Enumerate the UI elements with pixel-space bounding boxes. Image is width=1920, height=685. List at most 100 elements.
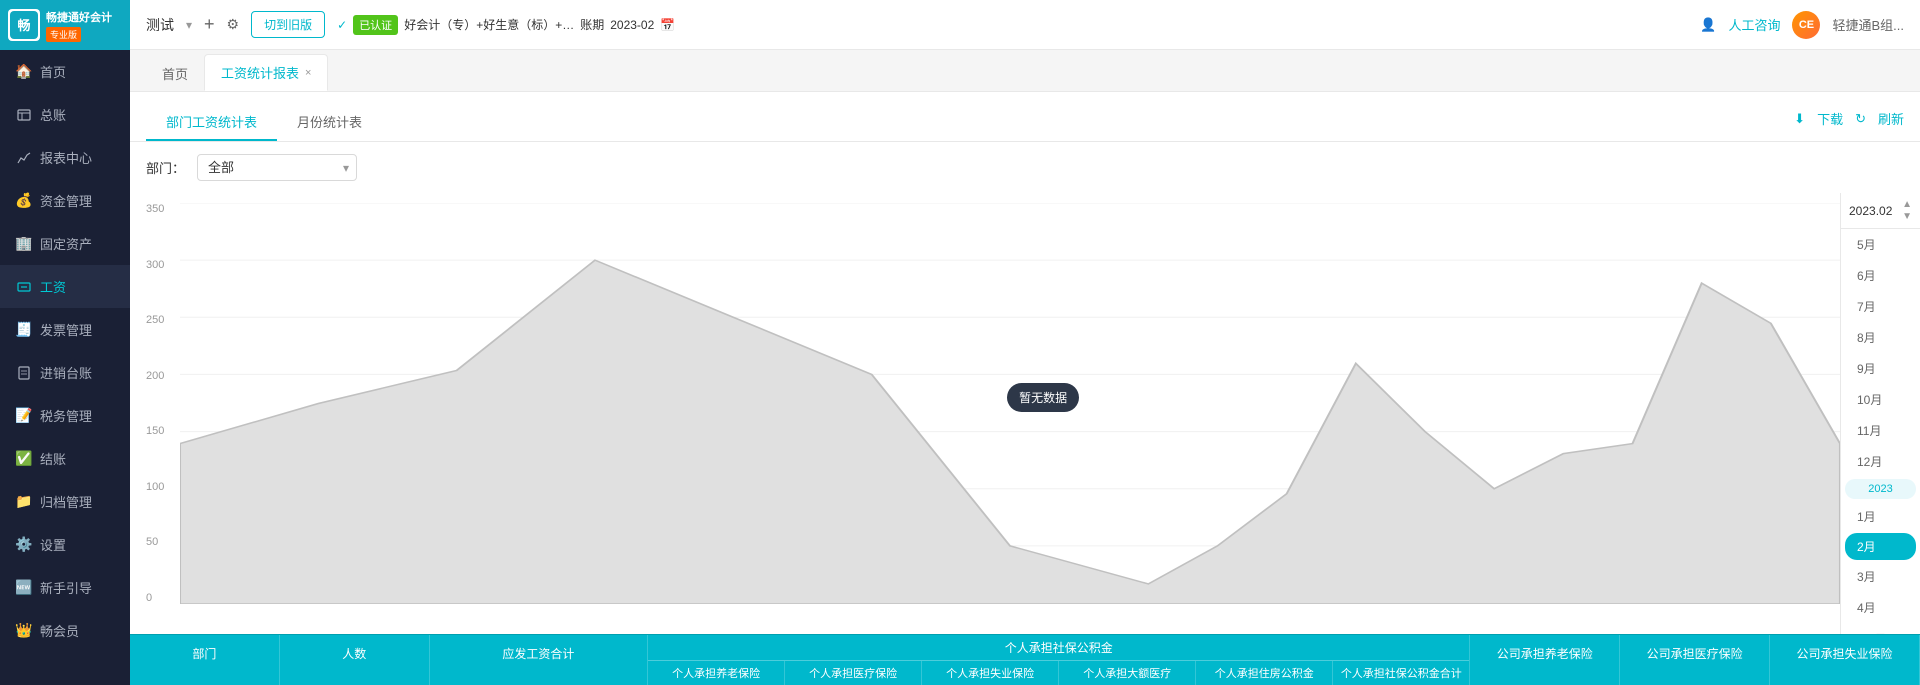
consultant-icon: 👤 <box>1700 17 1716 33</box>
month-9[interactable]: 9月 <box>1841 353 1920 384</box>
topbar-badges: ✓ 已认证 好会计（专）+好生意（标）+… 账期 2023-02 📅 <box>337 15 675 35</box>
sidebar-item-archive[interactable]: 📁 归档管理 <box>0 480 130 523</box>
content-area: 部门工资统计表 月份统计表 ⬇ 下载 ↻ 刷新 部门： 全部 部门A 部门B <box>130 92 1920 685</box>
tab-home-label: 首页 <box>162 64 188 83</box>
date-panel: 2023.02 ▲ ▼ 5月 6月 7月 8月 9月 10月 11月 12月 2… <box>1840 193 1920 634</box>
sidebar-item-fund[interactable]: 💰 资金管理 <box>0 179 130 222</box>
certified-icon: ✓ <box>337 18 347 32</box>
sidebar-item-ledger[interactable]: 总账 <box>0 93 130 136</box>
month-2-active[interactable]: 2月 <box>1845 533 1916 560</box>
asset-icon: 🏢 <box>16 236 32 252</box>
sidebar-item-guide[interactable]: 🆕 新手引导 <box>0 566 130 609</box>
year-2023-label: 2023 <box>1845 479 1916 499</box>
invoice-icon: 🧾 <box>16 322 32 338</box>
dept-select[interactable]: 全部 部门A 部门B <box>197 154 357 181</box>
sidebar-item-home[interactable]: 🏠 首页 <box>0 50 130 93</box>
ledger-icon <box>16 107 32 123</box>
home-icon: 🏠 <box>16 64 32 80</box>
accounting-label: 好会计（专）+好生意（标）+… <box>404 16 574 33</box>
month-7[interactable]: 7月 <box>1841 291 1920 322</box>
filter-select-wrap: 全部 部门A 部门B ▾ <box>197 154 357 181</box>
chart-svg-container: 暂无数据 <box>180 203 1840 604</box>
chart-area-path <box>180 260 1840 604</box>
col-personal-unemployment: 个人承担失业保险 <box>922 661 1059 685</box>
sidebar-item-sales[interactable]: 进销台账 <box>0 351 130 394</box>
sidebar-item-label: 进销台账 <box>40 363 92 382</box>
sidebar-item-settings[interactable]: ⚙️ 设置 <box>0 523 130 566</box>
guide-icon: 🆕 <box>16 580 32 596</box>
subtab-dept[interactable]: 部门工资统计表 <box>146 104 277 141</box>
sidebar-item-asset[interactable]: 🏢 固定资产 <box>0 222 130 265</box>
col-company-medical: 公司承担医疗保险 <box>1620 635 1770 685</box>
col-personal-housing-fund: 个人承担住房公积金 <box>1196 661 1333 685</box>
download-icon: ⬇ <box>1794 111 1805 127</box>
user-label[interactable]: 轻捷通B组... <box>1832 15 1904 34</box>
sidebar-item-invoice[interactable]: 🧾 发票管理 <box>0 308 130 351</box>
project-title: 测试 <box>146 15 174 35</box>
year-up-button[interactable]: ▲ <box>1902 199 1912 210</box>
sidebar-item-label: 设置 <box>40 535 66 554</box>
y-axis: 350 300 250 200 150 100 50 0 <box>146 203 164 604</box>
group-cols: 个人承担养老保险 个人承担医疗保险 个人承担失业保险 个人承担大额医疗 个人承担… <box>648 661 1469 685</box>
month-8[interactable]: 8月 <box>1841 322 1920 353</box>
project-dropdown-icon[interactable]: ▾ <box>186 18 192 32</box>
sidebar-item-label: 首页 <box>40 62 66 81</box>
month-6[interactable]: 6月 <box>1841 260 1920 291</box>
col-count: 人数 <box>280 635 430 685</box>
subtab-monthly[interactable]: 月份统计表 <box>277 104 382 141</box>
sales-icon <box>16 365 32 381</box>
calendar-icon[interactable]: 📅 <box>660 18 675 32</box>
sidebar-item-label: 发票管理 <box>40 320 92 339</box>
refresh-button[interactable]: 刷新 <box>1878 109 1904 128</box>
month-1[interactable]: 1月 <box>1841 501 1920 532</box>
sidebar: 畅 畅捷通好会计 专业版 🏠 首页 总账 报表中心 💰 资金管理 🏢 固定资产 <box>0 0 130 685</box>
col-dept: 部门 <box>130 635 280 685</box>
fund-icon: 💰 <box>16 193 32 209</box>
year-down-button[interactable]: ▼ <box>1902 211 1912 222</box>
tab-close-icon[interactable]: × <box>305 67 311 79</box>
year-nav: ▲ ▼ <box>1902 199 1912 222</box>
panel-down-icon[interactable]: ▾ <box>1876 627 1884 634</box>
consultant-label[interactable]: 人工咨询 <box>1728 15 1780 34</box>
tab-home[interactable]: 首页 <box>146 56 204 91</box>
tooltip-text: 暂无数据 <box>1019 391 1067 405</box>
topbar-right: 👤 人工咨询 CE 轻捷通B组... <box>1700 11 1904 39</box>
col-personal-medical: 个人承担医疗保险 <box>785 661 922 685</box>
settings-gear-icon[interactable]: ⚙ <box>227 16 240 33</box>
panel-bottom-nav: ▾ <box>1841 623 1920 634</box>
tab-salary-report[interactable]: 工资统计报表 × <box>204 54 328 91</box>
logo-icon: 畅 <box>8 9 40 41</box>
sidebar-item-label: 工资 <box>40 277 66 296</box>
sidebar-item-label: 归档管理 <box>40 492 92 511</box>
month-10[interactable]: 10月 <box>1841 384 1920 415</box>
table-header: 部门 人数 应发工资合计 个人承担社保公积金 个人承担养老保险 个人承担医疗保险… <box>130 634 1920 685</box>
subtab-list: 部门工资统计表 月份统计表 <box>146 104 382 141</box>
month-5[interactable]: 5月 <box>1841 229 1920 260</box>
refresh-icon: ↻ <box>1855 111 1866 127</box>
chart-date-container: 350 300 250 200 150 100 50 0 <box>130 193 1920 634</box>
filter-label: 部门： <box>146 158 185 177</box>
sidebar-item-member[interactable]: 👑 畅会员 <box>0 609 130 652</box>
sidebar-item-checkout[interactable]: ✅ 结账 <box>0 437 130 480</box>
col-personal-major-medical: 个人承担大额医疗 <box>1059 661 1196 685</box>
month-3[interactable]: 3月 <box>1841 561 1920 592</box>
add-button[interactable]: + <box>204 14 215 35</box>
settings-icon: ⚙️ <box>16 537 32 553</box>
col-group-personal: 个人承担社保公积金 个人承担养老保险 个人承担医疗保险 个人承担失业保险 个人承… <box>648 635 1470 685</box>
download-button[interactable]: 下载 <box>1817 109 1843 128</box>
month-12[interactable]: 12月 <box>1841 446 1920 477</box>
archive-icon: 📁 <box>16 494 32 510</box>
sidebar-logo: 畅 畅捷通好会计 专业版 <box>0 0 130 50</box>
subtab-actions: ⬇ 下载 ↻ 刷新 <box>1794 109 1904 136</box>
sidebar-item-label: 结账 <box>40 449 66 468</box>
month-11[interactable]: 11月 <box>1841 415 1920 446</box>
sidebar-item-tax[interactable]: 📝 税务管理 <box>0 394 130 437</box>
sidebar-item-report[interactable]: 报表中心 <box>0 136 130 179</box>
switch-old-button[interactable]: 切到旧版 <box>251 11 325 38</box>
month-4[interactable]: 4月 <box>1841 592 1920 623</box>
date-panel-year: 2023.02 ▲ ▼ <box>1841 193 1920 229</box>
avatar: CE <box>1792 11 1820 39</box>
sidebar-item-label: 资金管理 <box>40 191 92 210</box>
sidebar-item-salary[interactable]: 工资 <box>0 265 130 308</box>
period-label: 账期 <box>580 16 604 33</box>
